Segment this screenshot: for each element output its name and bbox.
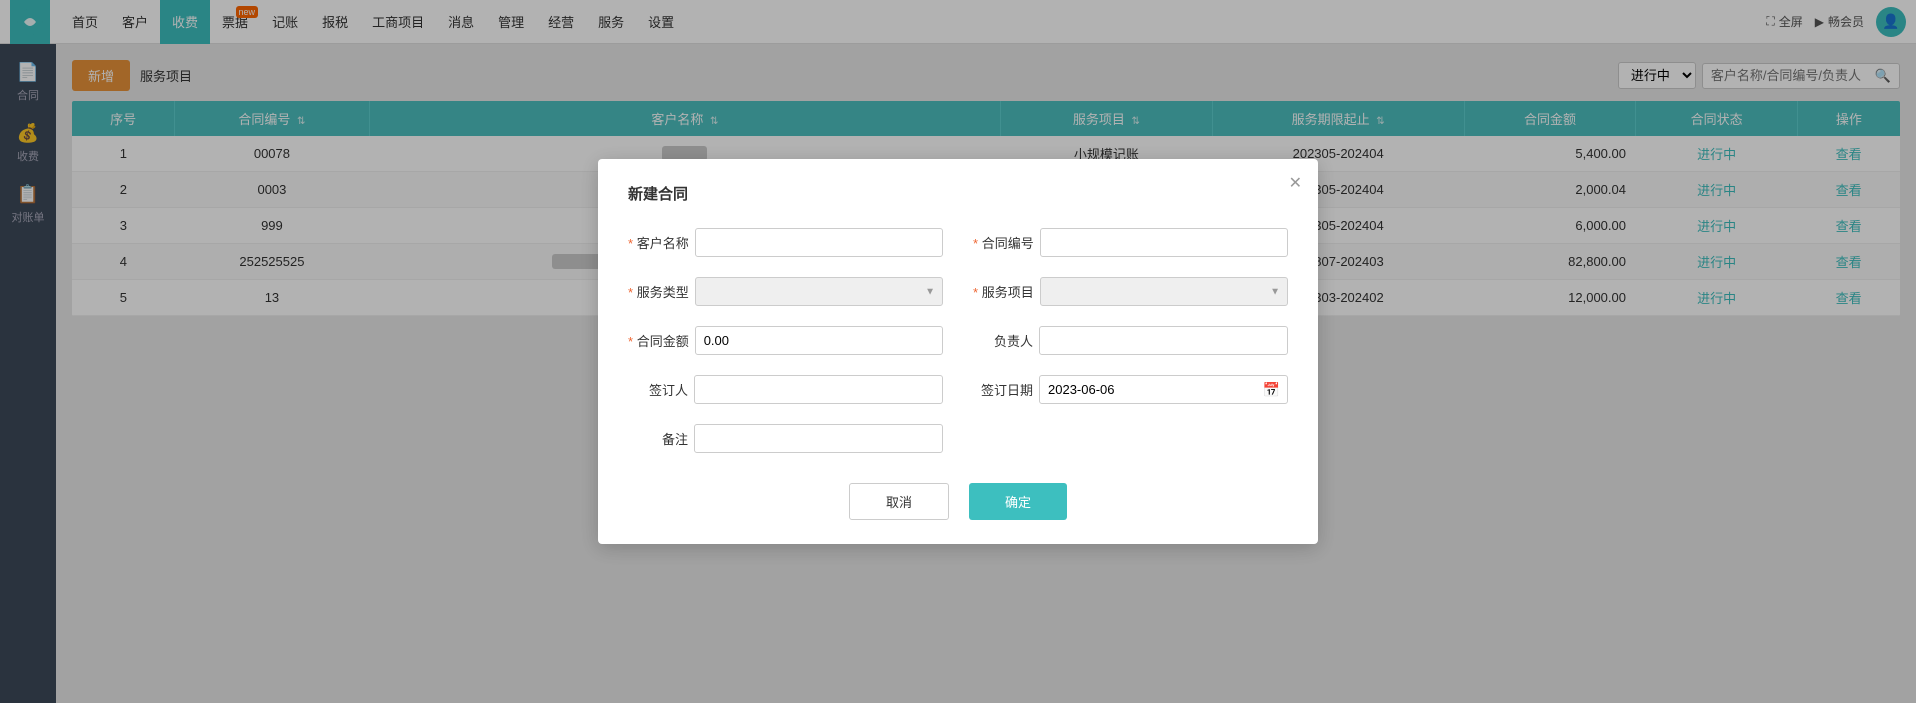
signer-input[interactable] xyxy=(694,375,943,404)
contract-no-label: * 合同编号 xyxy=(973,233,1034,252)
modal-footer: 取消 确定 xyxy=(628,483,1288,520)
required-star-contract: * xyxy=(973,236,978,251)
contract-no-input[interactable] xyxy=(1040,228,1288,257)
customer-name-label: * 客户名称 xyxy=(628,233,689,252)
service-item-label: * 服务项目 xyxy=(973,282,1034,301)
sign-date-label: 签订日期 xyxy=(973,380,1033,399)
sign-date-input-wrap: 📅 xyxy=(1039,375,1288,404)
service-item-select[interactable] xyxy=(1040,277,1288,306)
signer-label: 签订人 xyxy=(628,380,688,399)
cancel-button[interactable]: 取消 xyxy=(849,483,949,520)
form-group-sign-date: 签订日期 📅 xyxy=(973,375,1288,404)
modal-close-button[interactable]: ✕ xyxy=(1289,173,1302,193)
required-star-service-item: * xyxy=(973,285,978,300)
form-row-4: 签订人 签订日期 📅 xyxy=(628,375,1288,404)
form-group-customer: * 客户名称 xyxy=(628,228,943,257)
form-row-5: 备注 xyxy=(628,424,1288,453)
form-row-1: * 客户名称 * 合同编号 xyxy=(628,228,1288,257)
service-type-select[interactable] xyxy=(695,277,943,306)
modal-title: 新建合同 xyxy=(628,183,1288,204)
required-star-customer: * xyxy=(628,236,633,251)
calendar-icon[interactable]: 📅 xyxy=(1263,381,1280,398)
form-group-remark: 备注 xyxy=(628,424,943,453)
service-type-select-wrap xyxy=(695,277,943,306)
remark-label: 备注 xyxy=(628,429,688,448)
responsible-input[interactable] xyxy=(1039,326,1288,355)
confirm-button[interactable]: 确定 xyxy=(969,483,1067,520)
service-item-select-wrap xyxy=(1040,277,1288,306)
form-group-signer: 签订人 xyxy=(628,375,943,404)
amount-label: * 合同金额 xyxy=(628,331,689,350)
form-group-amount: * 合同金额 xyxy=(628,326,943,355)
form-group-contract-no: * 合同编号 xyxy=(973,228,1288,257)
required-star-service-type: * xyxy=(628,285,633,300)
form-row-3: * 合同金额 负责人 xyxy=(628,326,1288,355)
amount-input[interactable] xyxy=(695,326,943,355)
service-type-label: * 服务类型 xyxy=(628,282,689,301)
sign-date-input[interactable] xyxy=(1039,375,1288,404)
new-contract-modal: 新建合同 ✕ * 客户名称 * 合同编号 xyxy=(598,159,1318,544)
form-row-2: * 服务类型 * 服务项目 xyxy=(628,277,1288,306)
responsible-label: 负责人 xyxy=(973,331,1033,350)
modal-overlay: 新建合同 ✕ * 客户名称 * 合同编号 xyxy=(0,0,1916,703)
form-group-responsible: 负责人 xyxy=(973,326,1288,355)
customer-name-input[interactable] xyxy=(695,228,943,257)
form-group-service-item: * 服务项目 xyxy=(973,277,1288,306)
form-group-service-type: * 服务类型 xyxy=(628,277,943,306)
remark-input[interactable] xyxy=(694,424,943,453)
required-star-amount: * xyxy=(628,334,633,349)
